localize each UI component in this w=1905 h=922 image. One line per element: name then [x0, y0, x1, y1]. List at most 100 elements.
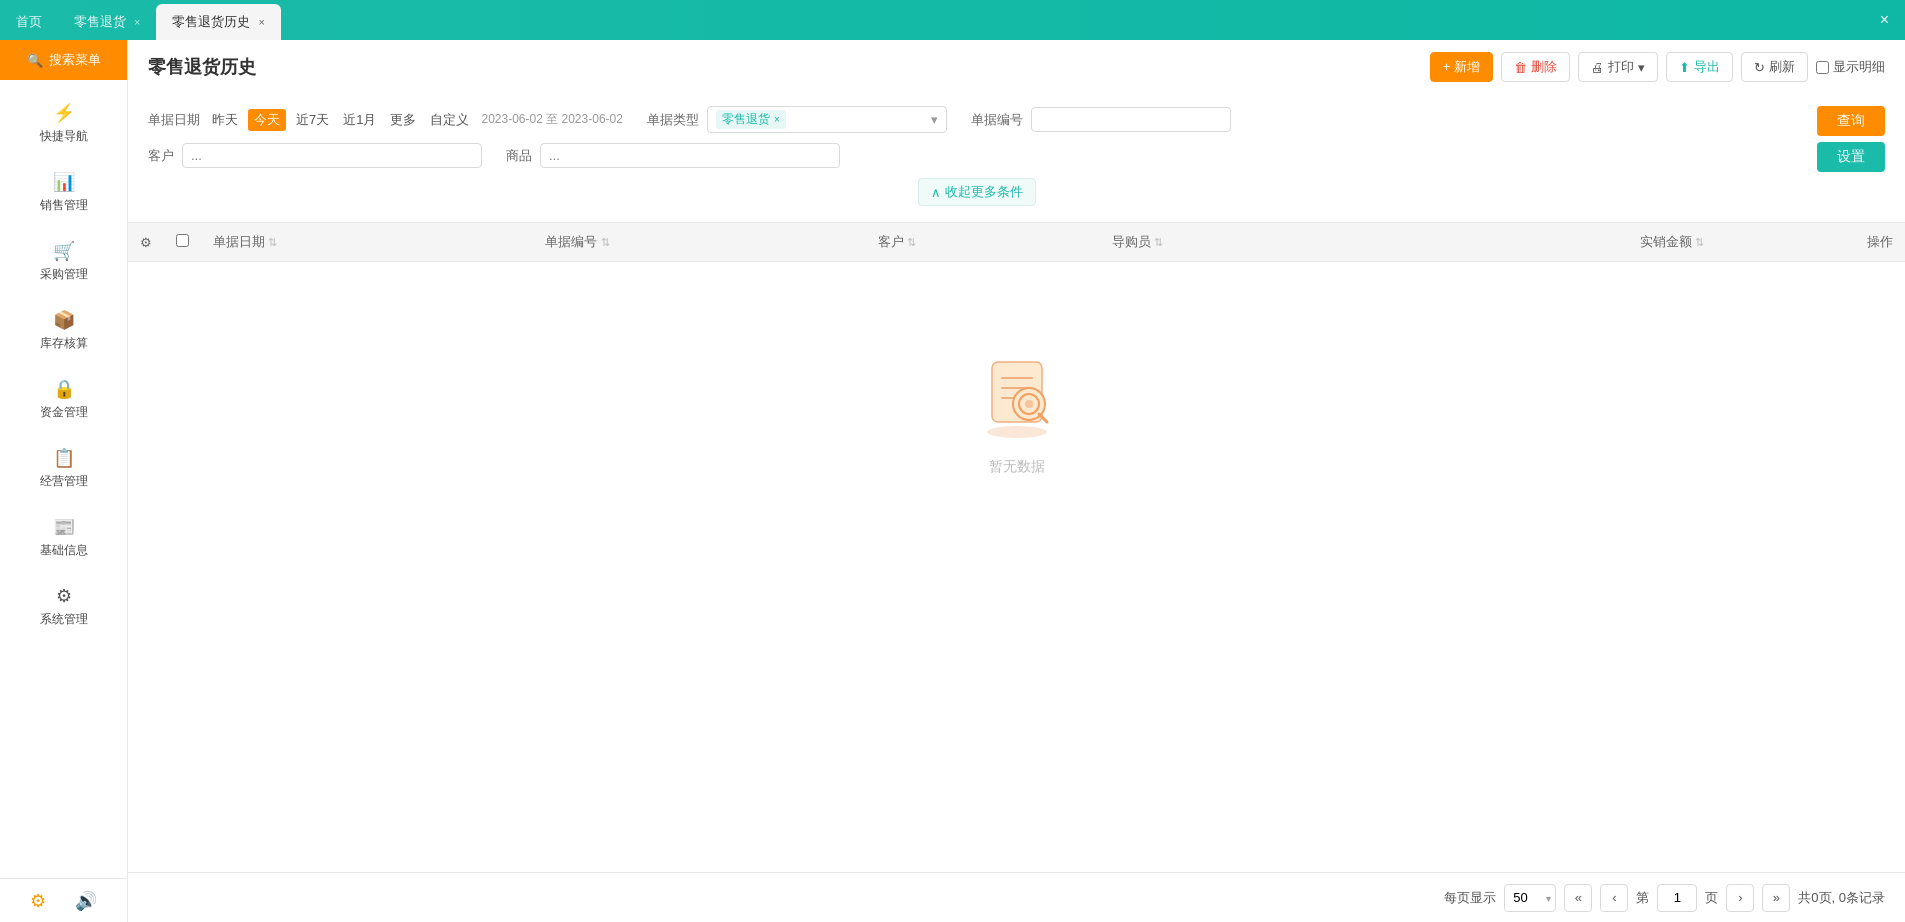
display-detail-toggle[interactable]: 显示明细 [1816, 58, 1885, 76]
customer-label: 客户 [148, 147, 174, 165]
customer-input[interactable] [182, 143, 482, 168]
operations-icon: 📋 [53, 447, 75, 469]
collapse-up-icon: ∧ [931, 185, 941, 200]
select-all-checkbox[interactable] [176, 234, 189, 247]
page-header: 零售退货历史 + 新增 🗑 删除 🖨 打印 ▾ ⬆ 导出 [128, 40, 1905, 223]
tab-retail-return-history-close[interactable]: × [258, 16, 264, 28]
print-icon: 🖨 [1591, 60, 1604, 75]
goods-input[interactable] [540, 143, 840, 168]
filter-area: 单据日期 昨天 今天 近7天 近1月 更多 自定义 2023-06-02 至 2… [148, 94, 1885, 222]
query-button[interactable]: 查询 [1817, 106, 1885, 136]
page-number-input[interactable] [1657, 884, 1697, 912]
th-settings[interactable]: ⚙ [128, 223, 164, 262]
print-label: 打印 [1608, 58, 1634, 76]
delete-button[interactable]: 🗑 删除 [1501, 52, 1570, 82]
pagination-bar: 每页显示 10 20 50 100 « ‹ 第 页 › » 共0页, 0条记录 [128, 872, 1905, 922]
settings-button[interactable]: 设置 [1817, 142, 1885, 172]
page-size-wrapper: 10 20 50 100 [1504, 884, 1556, 912]
th-customer[interactable]: 客户 [866, 223, 1100, 262]
display-detail-label: 显示明细 [1833, 58, 1885, 76]
date-last7[interactable]: 近7天 [292, 109, 333, 131]
delete-label: 删除 [1531, 58, 1557, 76]
filter-doc-no: 单据编号 [971, 107, 1231, 132]
svg-point-8 [1025, 400, 1033, 408]
tab-retail-return[interactable]: 零售退货 × [58, 4, 156, 40]
print-button[interactable]: 🖨 打印 ▾ [1578, 52, 1658, 82]
doc-type-input[interactable]: 零售退货 × ▾ [707, 106, 947, 133]
query-buttons: 查询 设置 [1817, 106, 1885, 172]
sidebar-item-finance[interactable]: 🔒 资金管理 [4, 366, 123, 433]
tab-retail-return-history-label: 零售退货历史 [172, 13, 250, 31]
total-label: 共0页, 0条记录 [1798, 889, 1885, 907]
display-detail-checkbox[interactable] [1816, 61, 1829, 74]
page-next-button[interactable]: › [1726, 884, 1754, 912]
date-shortcuts: 昨天 今天 近7天 近1月 更多 自定义 [208, 109, 473, 131]
doc-type-tag: 零售退货 × [716, 110, 786, 129]
sidebar-item-label: 销售管理 [40, 197, 88, 214]
refresh-button[interactable]: ↻ 刷新 [1741, 52, 1808, 82]
inventory-icon: 📦 [53, 309, 75, 331]
sidebar-item-operations[interactable]: 📋 经营管理 [4, 435, 123, 502]
tab-list: 首页 零售退货 × 零售退货历史 × [0, 0, 281, 40]
sidebar-item-system[interactable]: ⚙ 系统管理 [4, 573, 123, 640]
page-first-button[interactable]: « [1564, 884, 1592, 912]
sidebar-item-label: 采购管理 [40, 266, 88, 283]
th-guide[interactable]: 导购员 [1100, 223, 1383, 262]
export-button[interactable]: ⬆ 导出 [1666, 52, 1733, 82]
sidebar-item-quick-nav[interactable]: ⚡ 快捷导航 [4, 90, 123, 157]
page-title-bar: 零售退货历史 + 新增 🗑 删除 🖨 打印 ▾ ⬆ 导出 [148, 52, 1885, 82]
date-custom[interactable]: 自定义 [426, 109, 473, 131]
empty-text: 暂无数据 [989, 458, 1045, 476]
th-checkbox[interactable] [164, 223, 201, 262]
page-text: 第 [1636, 889, 1649, 907]
tab-retail-return-close[interactable]: × [134, 16, 140, 28]
th-doc-date[interactable]: 单据日期 [201, 223, 533, 262]
th-actual-amount[interactable]: 实销金额 [1384, 223, 1716, 262]
print-dropdown-icon: ▾ [1638, 60, 1645, 75]
finance-icon: 🔒 [53, 378, 75, 400]
sidebar-nav: ⚡ 快捷导航 📊 销售管理 🛒 采购管理 📦 库存核算 🔒 资金管理 📋 [0, 80, 127, 878]
page-size-label: 每页显示 [1444, 889, 1496, 907]
sidebar-search-button[interactable]: 🔍 搜索菜单 [0, 40, 127, 80]
gear-icon[interactable]: ⚙ [30, 890, 46, 912]
toolbar: + 新增 🗑 删除 🖨 打印 ▾ ⬆ 导出 ↻ [1430, 52, 1885, 82]
filter-date: 单据日期 昨天 今天 近7天 近1月 更多 自定义 2023-06-02 至 2… [148, 109, 623, 131]
tab-retail-return-history[interactable]: 零售退货历史 × [156, 4, 280, 40]
sidebar-item-purchase-mgmt[interactable]: 🛒 采购管理 [4, 228, 123, 295]
empty-illustration [967, 342, 1067, 442]
page-prev-button[interactable]: ‹ [1600, 884, 1628, 912]
sidebar-item-label: 资金管理 [40, 404, 88, 421]
page-title: 零售退货历史 [148, 55, 256, 79]
sidebar-item-label: 基础信息 [40, 542, 88, 559]
tab-home[interactable]: 首页 [0, 4, 58, 40]
date-more[interactable]: 更多 [386, 109, 420, 131]
goods-label: 商品 [506, 147, 532, 165]
export-icon: ⬆ [1679, 60, 1690, 75]
doc-type-tag-close[interactable]: × [774, 114, 780, 125]
date-yesterday[interactable]: 昨天 [208, 109, 242, 131]
doc-type-dropdown-icon[interactable]: ▾ [931, 112, 938, 127]
th-doc-no[interactable]: 单据编号 [533, 223, 865, 262]
new-button[interactable]: + 新增 [1430, 52, 1493, 82]
sidebar-bottom: ⚙ 🔊 [0, 878, 127, 922]
page-label: 页 [1705, 889, 1718, 907]
date-today[interactable]: 今天 [248, 109, 286, 131]
empty-state: 暂无数据 [128, 262, 1905, 556]
window-close-icon[interactable]: × [1880, 11, 1889, 29]
top-bar: 首页 零售退货 × 零售退货历史 × × [0, 0, 1905, 40]
sales-icon: 📊 [53, 171, 75, 193]
sidebar-item-base-info[interactable]: 📰 基础信息 [4, 504, 123, 571]
doc-no-input[interactable] [1031, 107, 1231, 132]
volume-icon[interactable]: 🔊 [75, 890, 97, 912]
date-last1month[interactable]: 近1月 [339, 109, 380, 131]
collapse-button[interactable]: ∧ 收起更多条件 [918, 178, 1036, 206]
refresh-icon: ↻ [1754, 60, 1765, 75]
collapse-label: 收起更多条件 [945, 183, 1023, 201]
delete-icon: 🗑 [1514, 60, 1527, 75]
page-size-select[interactable]: 10 20 50 100 [1504, 884, 1556, 912]
purchase-icon: 🛒 [53, 240, 75, 262]
page-last-button[interactable]: » [1762, 884, 1790, 912]
sidebar-item-sales-mgmt[interactable]: 📊 销售管理 [4, 159, 123, 226]
sidebar-item-inventory[interactable]: 📦 库存核算 [4, 297, 123, 364]
svg-point-0 [987, 426, 1047, 438]
